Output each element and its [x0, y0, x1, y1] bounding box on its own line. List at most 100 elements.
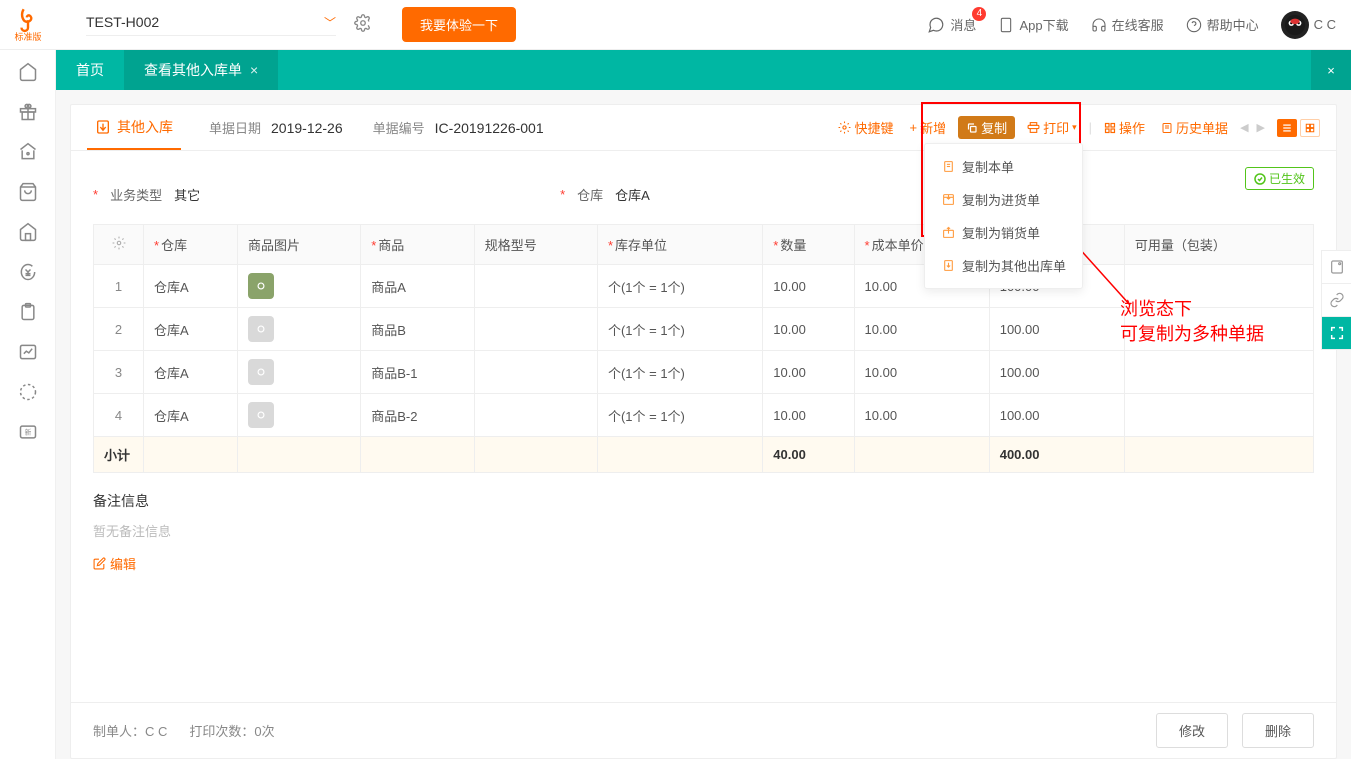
- help-label: 帮助中心: [1207, 15, 1259, 34]
- history-button[interactable]: 历史单据: [1157, 116, 1232, 139]
- tab-view-other-inbound[interactable]: 查看其他入库单 ×: [124, 50, 278, 90]
- nav-house-icon[interactable]: [18, 142, 38, 162]
- cell-warehouse: 仓库A: [144, 265, 238, 308]
- top-bar: 标准版 TEST-H002 ﹀ 我要体验一下 消息 4 App下载 在线客服: [0, 0, 1351, 50]
- nav-warehouse-icon[interactable]: [18, 222, 38, 242]
- dropdown-copy-sales[interactable]: 复制为销货单: [925, 216, 1082, 249]
- remarks-section: 备注信息 暂无备注信息 编辑: [93, 491, 1314, 573]
- close-icon[interactable]: ×: [250, 62, 258, 78]
- tab-home[interactable]: 首页: [56, 50, 124, 90]
- document-icon: [95, 119, 111, 135]
- document-card: 其他入库 单据日期2019-12-26 单据编号IC-20191226-001 …: [70, 104, 1337, 759]
- nav-bag-icon[interactable]: [18, 182, 38, 202]
- subtotal-qty: 40.00: [763, 437, 854, 473]
- nav-money-icon[interactable]: [18, 262, 38, 282]
- rail-link-icon[interactable]: [1321, 283, 1351, 317]
- export-icon: [941, 259, 955, 273]
- document-header: 其他入库 单据日期2019-12-26 单据编号IC-20191226-001 …: [71, 105, 1336, 151]
- chat-icon: [927, 16, 945, 34]
- outbox-icon: [941, 226, 955, 240]
- table-row[interactable]: 1 仓库A 商品A 个(1个 = 1个) 10.00 10.00 100.00: [94, 265, 1314, 308]
- col-unit: *库存单位: [597, 225, 762, 265]
- cell-image: [237, 308, 360, 351]
- cell-warehouse: 仓库A: [144, 308, 238, 351]
- support-label: 在线客服: [1112, 15, 1164, 34]
- content-area: 其他入库 单据日期2019-12-26 单据编号IC-20191226-001 …: [56, 90, 1351, 759]
- nav-loading-icon[interactable]: [18, 382, 38, 402]
- help-link[interactable]: 帮助中心: [1186, 15, 1259, 34]
- org-selector[interactable]: TEST-H002 ﹀: [86, 14, 336, 36]
- chevron-down-icon: ﹀: [324, 14, 336, 31]
- user-menu[interactable]: C C: [1281, 11, 1336, 39]
- doc-no-value: IC-20191226-001: [435, 120, 544, 136]
- nav-clipboard-icon[interactable]: [18, 302, 38, 322]
- items-table: *仓库 商品图片 *商品 规格型号 *库存单位 *数量 *成本单价 *成本金额 …: [93, 224, 1314, 473]
- rail-expand-icon[interactable]: [1321, 316, 1351, 350]
- gear-icon: [112, 236, 126, 250]
- shortcut-button[interactable]: 快捷键: [834, 116, 897, 139]
- print-count-label: 打印次数：: [189, 724, 254, 739]
- delete-button[interactable]: 删除: [1242, 713, 1314, 748]
- biz-type-value: 其它: [174, 185, 200, 204]
- support-link[interactable]: 在线客服: [1091, 15, 1164, 34]
- dropdown-copy-other-out[interactable]: 复制为其他出库单: [925, 249, 1082, 282]
- cell-spec: [474, 394, 597, 437]
- history-next-icon[interactable]: ▶: [1257, 121, 1265, 134]
- view-card-icon[interactable]: [1300, 119, 1320, 137]
- plus-icon: +: [909, 120, 917, 135]
- cell-qty: 10.00: [763, 265, 854, 308]
- logo[interactable]: 标准版: [0, 0, 56, 50]
- app-download-link[interactable]: App下载: [998, 15, 1068, 34]
- dropdown-copy-purchase[interactable]: 复制为进货单: [925, 183, 1082, 216]
- cell-available: [1124, 265, 1313, 308]
- cell-qty: 10.00: [763, 308, 854, 351]
- help-icon: [1186, 17, 1202, 33]
- cell-available: [1124, 394, 1313, 437]
- cell-product: 商品A: [361, 265, 474, 308]
- cell-product: 商品B: [361, 308, 474, 351]
- biz-type-field: * 业务类型 其它: [93, 185, 200, 204]
- subtotal-label: 小计: [94, 437, 144, 473]
- copy-button[interactable]: 复制: [958, 116, 1015, 139]
- warehouse-field: * 仓库 仓库A: [560, 185, 650, 204]
- phone-icon: [998, 17, 1014, 33]
- table-row[interactable]: 4 仓库A 商品B-2 个(1个 = 1个) 10.00 10.00 100.0…: [94, 394, 1314, 437]
- cell-unit-cost: 10.00: [854, 394, 989, 437]
- view-list-icon[interactable]: [1277, 119, 1297, 137]
- nav-report-icon[interactable]: [18, 342, 38, 362]
- cell-qty: 10.00: [763, 394, 854, 437]
- rail-note-icon[interactable]: [1321, 250, 1351, 284]
- cell-product: 商品B-2: [361, 394, 474, 437]
- cell-image: [237, 351, 360, 394]
- history-prev-icon[interactable]: ◀: [1240, 121, 1248, 134]
- product-thumb-icon: [248, 316, 274, 342]
- nav-gift-icon[interactable]: [18, 102, 38, 122]
- org-settings-icon[interactable]: [354, 14, 372, 35]
- print-button[interactable]: 打印 ▾: [1023, 116, 1081, 139]
- row-index: 2: [94, 308, 144, 351]
- table-row[interactable]: 3 仓库A 商品B-1 个(1个 = 1个) 10.00 10.00 100.0…: [94, 351, 1314, 394]
- nav-home-icon[interactable]: [18, 62, 38, 82]
- messages-link[interactable]: 消息 4: [927, 15, 976, 34]
- edit-remarks-button[interactable]: 编辑: [93, 554, 136, 573]
- close-all-tabs[interactable]: ×: [1311, 50, 1351, 90]
- try-button[interactable]: 我要体验一下: [402, 7, 516, 42]
- col-warehouse: *仓库: [144, 225, 238, 265]
- table-row[interactable]: 2 仓库A 商品B 个(1个 = 1个) 10.00 10.00 100.00: [94, 308, 1314, 351]
- warehouse-label: 仓库: [577, 185, 603, 204]
- operations-button[interactable]: 操作: [1100, 116, 1149, 139]
- sheet-type-tab[interactable]: 其他入库: [87, 106, 181, 150]
- col-settings[interactable]: [94, 225, 144, 265]
- creator-label: 制单人：: [93, 724, 145, 739]
- cell-product: 商品B-1: [361, 351, 474, 394]
- modify-button[interactable]: 修改: [1156, 713, 1228, 748]
- new-button[interactable]: +新增: [905, 116, 950, 139]
- product-thumb-icon: [248, 402, 274, 428]
- cell-image: [237, 394, 360, 437]
- dropdown-copy-self[interactable]: 复制本单: [925, 150, 1082, 183]
- doc-no-label: 单据编号: [373, 121, 425, 136]
- inbox-icon: [941, 193, 955, 207]
- page-tabs: 首页 查看其他入库单 × ×: [56, 50, 1351, 90]
- grid-icon: [1104, 122, 1116, 134]
- nav-new-icon[interactable]: 新: [18, 422, 38, 442]
